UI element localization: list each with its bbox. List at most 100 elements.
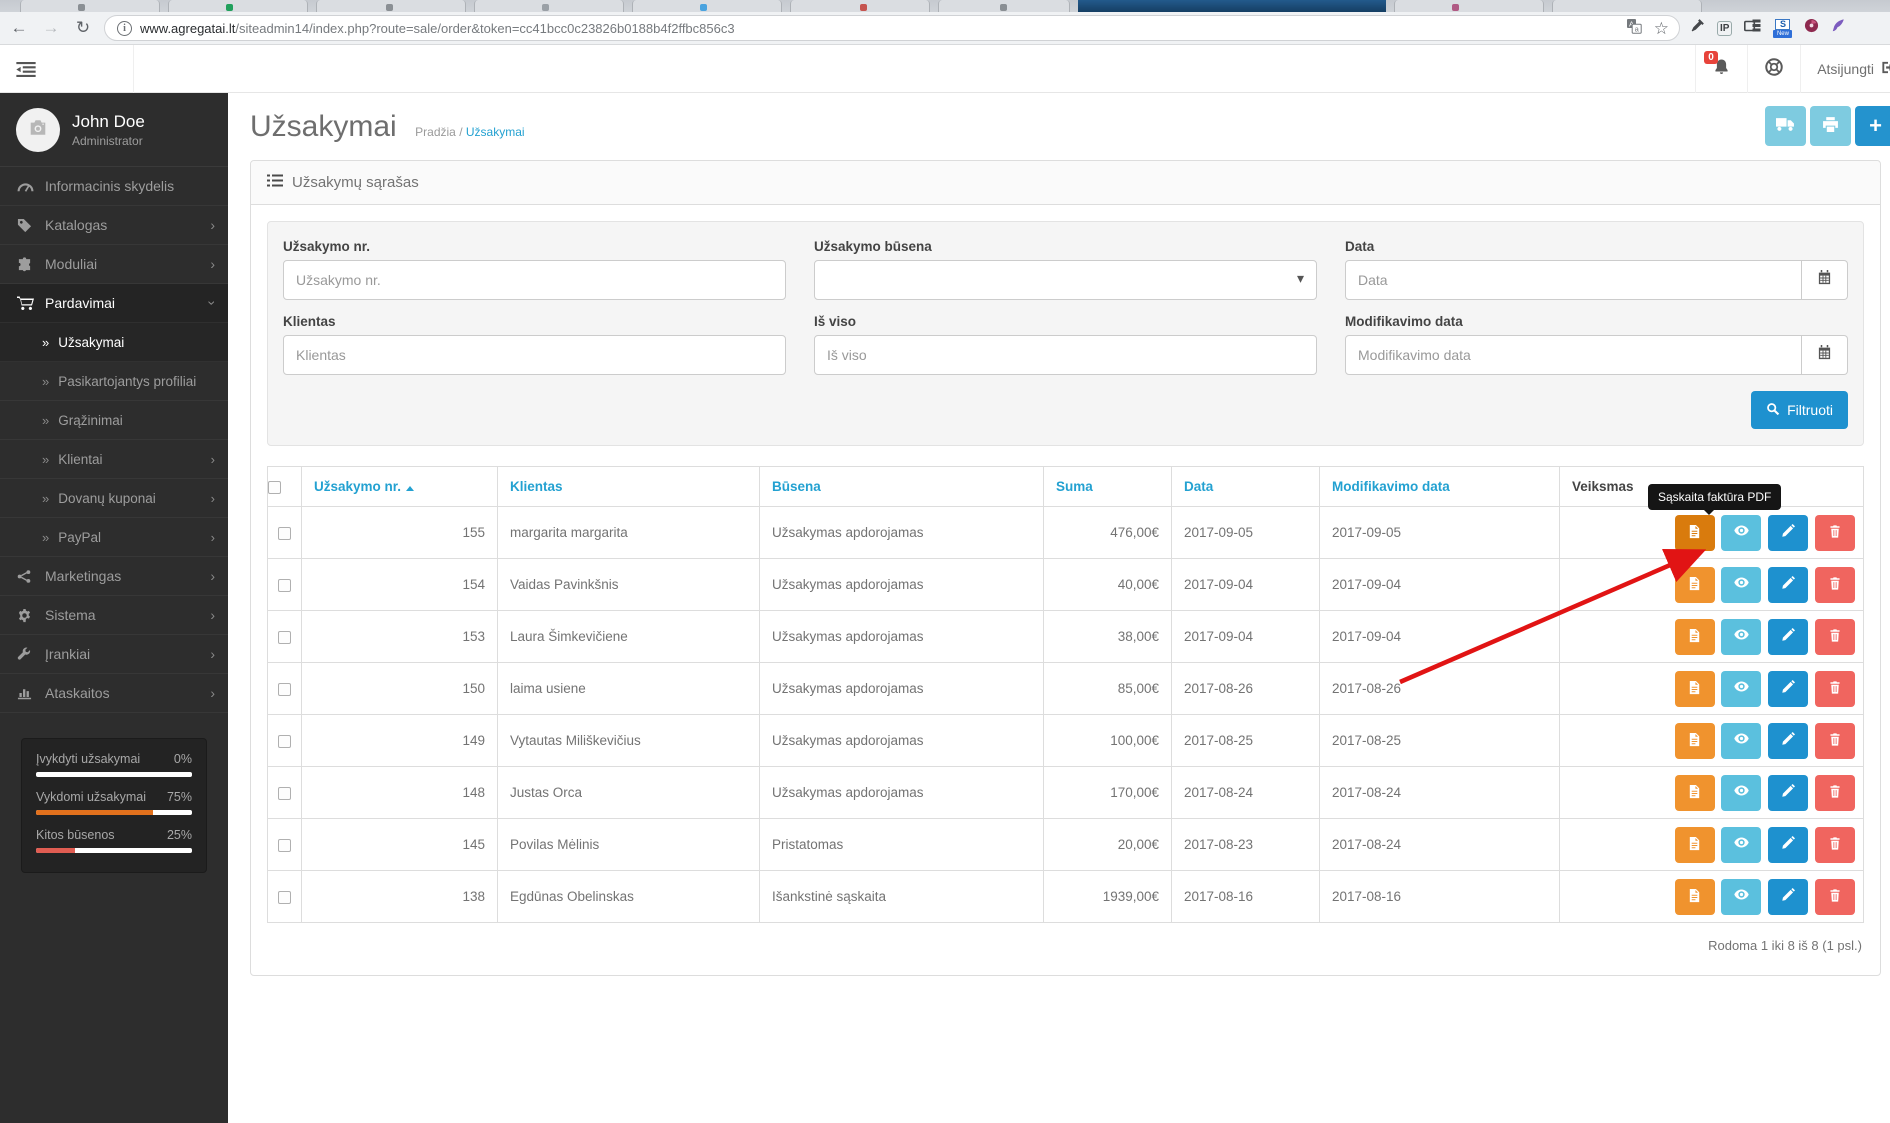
view-order-button[interactable]: [1721, 826, 1762, 863]
row-checkbox[interactable]: [278, 578, 291, 592]
page-info-icon[interactable]: i: [117, 20, 132, 36]
browser-tab-active-region[interactable]: [1078, 0, 1386, 12]
invoice-pdf-button[interactable]: [1674, 722, 1715, 759]
logout-button[interactable]: Atsijungti: [1800, 45, 1890, 93]
order-status-select[interactable]: ▾: [814, 260, 1317, 300]
help-button[interactable]: [1747, 45, 1800, 93]
filter-button[interactable]: Filtruoti: [1751, 391, 1848, 429]
sort-order-nr-link[interactable]: Užsakymo nr.: [314, 479, 401, 494]
back-button[interactable]: ←: [6, 15, 32, 41]
shipping-list-button[interactable]: [1765, 106, 1806, 146]
notifications-button[interactable]: 0: [1695, 45, 1747, 93]
sort-date-modified-link[interactable]: Modifikavimo data: [1332, 479, 1450, 494]
row-checkbox[interactable]: [278, 630, 291, 644]
sidebar-item-irankiai[interactable]: Įrankiai ›: [0, 635, 228, 674]
edit-order-button[interactable]: [1768, 774, 1809, 811]
sidebar-subitem-klientai[interactable]: » Klientai ›: [0, 440, 228, 479]
row-checkbox[interactable]: [278, 786, 291, 800]
sort-total-link[interactable]: Suma: [1056, 479, 1093, 494]
row-checkbox[interactable]: [278, 682, 291, 696]
address-bar[interactable]: i www.agregatai.lt/siteadmin14/index.php…: [104, 15, 1680, 41]
browser-tab[interactable]: [1552, 0, 1702, 12]
refresh-button[interactable]: ↻: [70, 15, 96, 41]
total-input[interactable]: [814, 335, 1317, 375]
browser-tab[interactable]: [1394, 0, 1544, 12]
print-invoice-button[interactable]: [1810, 106, 1851, 146]
delete-order-button[interactable]: [1815, 514, 1855, 551]
edit-order-button[interactable]: [1768, 722, 1809, 759]
eyedropper-icon[interactable]: [1690, 18, 1705, 38]
select-all-checkbox[interactable]: [268, 480, 281, 494]
delete-order-button[interactable]: [1815, 722, 1855, 759]
forward-button[interactable]: →: [38, 15, 64, 41]
sidebar-subitem-paypal[interactable]: » PayPal ›: [0, 518, 228, 557]
view-order-button[interactable]: [1721, 722, 1762, 759]
edit-order-button[interactable]: [1768, 514, 1809, 551]
invoice-pdf-button[interactable]: [1674, 618, 1715, 655]
row-checkbox[interactable]: [278, 890, 291, 904]
sort-status-link[interactable]: Būsena: [772, 479, 821, 494]
delete-order-button[interactable]: [1815, 566, 1855, 603]
date-input[interactable]: [1345, 260, 1802, 300]
view-order-button[interactable]: [1721, 774, 1762, 811]
row-checkbox[interactable]: [278, 526, 291, 540]
row-checkbox[interactable]: [278, 838, 291, 852]
invoice-pdf-button[interactable]: [1674, 670, 1715, 707]
ip-lookup-icon[interactable]: IP: [1717, 20, 1733, 36]
calendar-button[interactable]: [1802, 260, 1848, 300]
invoice-pdf-button[interactable]: [1674, 878, 1715, 915]
sidebar-toggle-button[interactable]: [16, 59, 38, 79]
sort-date-link[interactable]: Data: [1184, 479, 1213, 494]
sidebar-subitem-dovanu-kuponai[interactable]: » Dovanų kuponai ›: [0, 479, 228, 518]
sidebar-subitem-uzsakymai[interactable]: » Užsakymai: [0, 323, 228, 362]
view-order-button[interactable]: [1721, 670, 1762, 707]
row-checkbox[interactable]: [278, 734, 291, 748]
invoice-pdf-button[interactable]: [1674, 826, 1715, 863]
add-order-button[interactable]: +: [1855, 106, 1890, 146]
browser-tab[interactable]: [474, 0, 624, 12]
sidebar-item-moduliai[interactable]: Moduliai ›: [0, 245, 228, 284]
customer-input[interactable]: [283, 335, 786, 375]
invoice-pdf-button[interactable]: [1674, 774, 1715, 811]
panels-icon[interactable]: [1744, 19, 1761, 38]
lens-icon[interactable]: [1804, 18, 1819, 38]
sidebar-item-katalogas[interactable]: Katalogas ›: [0, 206, 228, 245]
delete-order-button[interactable]: [1815, 618, 1855, 655]
sidebar-subitem-pasikartojantys-profiliai[interactable]: » Pasikartojantys profiliai: [0, 362, 228, 401]
edit-order-button[interactable]: [1768, 878, 1809, 915]
sidebar-item-ataskaitos[interactable]: Ataskaitos ›: [0, 674, 228, 713]
edit-order-button[interactable]: [1768, 670, 1809, 707]
invoice-pdf-button[interactable]: [1674, 514, 1715, 551]
breadcrumb-current-link[interactable]: Užsakymai: [466, 125, 525, 139]
invoice-pdf-button[interactable]: [1674, 566, 1715, 603]
view-order-button[interactable]: [1721, 618, 1762, 655]
browser-tab-strip[interactable]: [0, 0, 1890, 12]
view-order-button[interactable]: [1721, 566, 1762, 603]
edit-order-button[interactable]: [1768, 566, 1809, 603]
delete-order-button[interactable]: [1815, 826, 1855, 863]
calendar-button[interactable]: [1802, 335, 1848, 375]
sort-customer-link[interactable]: Klientas: [510, 479, 563, 494]
view-order-button[interactable]: [1721, 514, 1762, 551]
edit-order-button[interactable]: [1768, 618, 1809, 655]
sidebar-item-pardavimai[interactable]: Pardavimai ›: [0, 284, 228, 323]
bookmark-star-icon[interactable]: ☆: [1654, 20, 1669, 37]
date-modified-input[interactable]: [1345, 335, 1802, 375]
delete-order-button[interactable]: [1815, 670, 1855, 707]
order-nr-input[interactable]: [283, 260, 786, 300]
delete-order-button[interactable]: [1815, 774, 1855, 811]
view-order-button[interactable]: [1721, 878, 1762, 915]
browser-tab[interactable]: [20, 0, 160, 12]
delete-order-button[interactable]: [1815, 878, 1855, 915]
sidebar-subitem-grazinimai[interactable]: » Grąžinimai: [0, 401, 228, 440]
s-new-icon[interactable]: S New: [1773, 18, 1793, 38]
sidebar-item-marketingas[interactable]: Marketingas ›: [0, 557, 228, 596]
edit-order-button[interactable]: [1768, 826, 1809, 863]
translate-icon[interactable]: Aa: [1626, 18, 1642, 39]
sidebar-item-informacinis-skydelis[interactable]: Informacinis skydelis: [0, 167, 228, 206]
browser-tab[interactable]: [168, 0, 308, 12]
quill-icon[interactable]: [1831, 18, 1845, 38]
breadcrumb-home-link[interactable]: Pradžia: [415, 125, 456, 139]
browser-tab[interactable]: [632, 0, 782, 12]
sidebar-item-sistema[interactable]: Sistema ›: [0, 596, 228, 635]
